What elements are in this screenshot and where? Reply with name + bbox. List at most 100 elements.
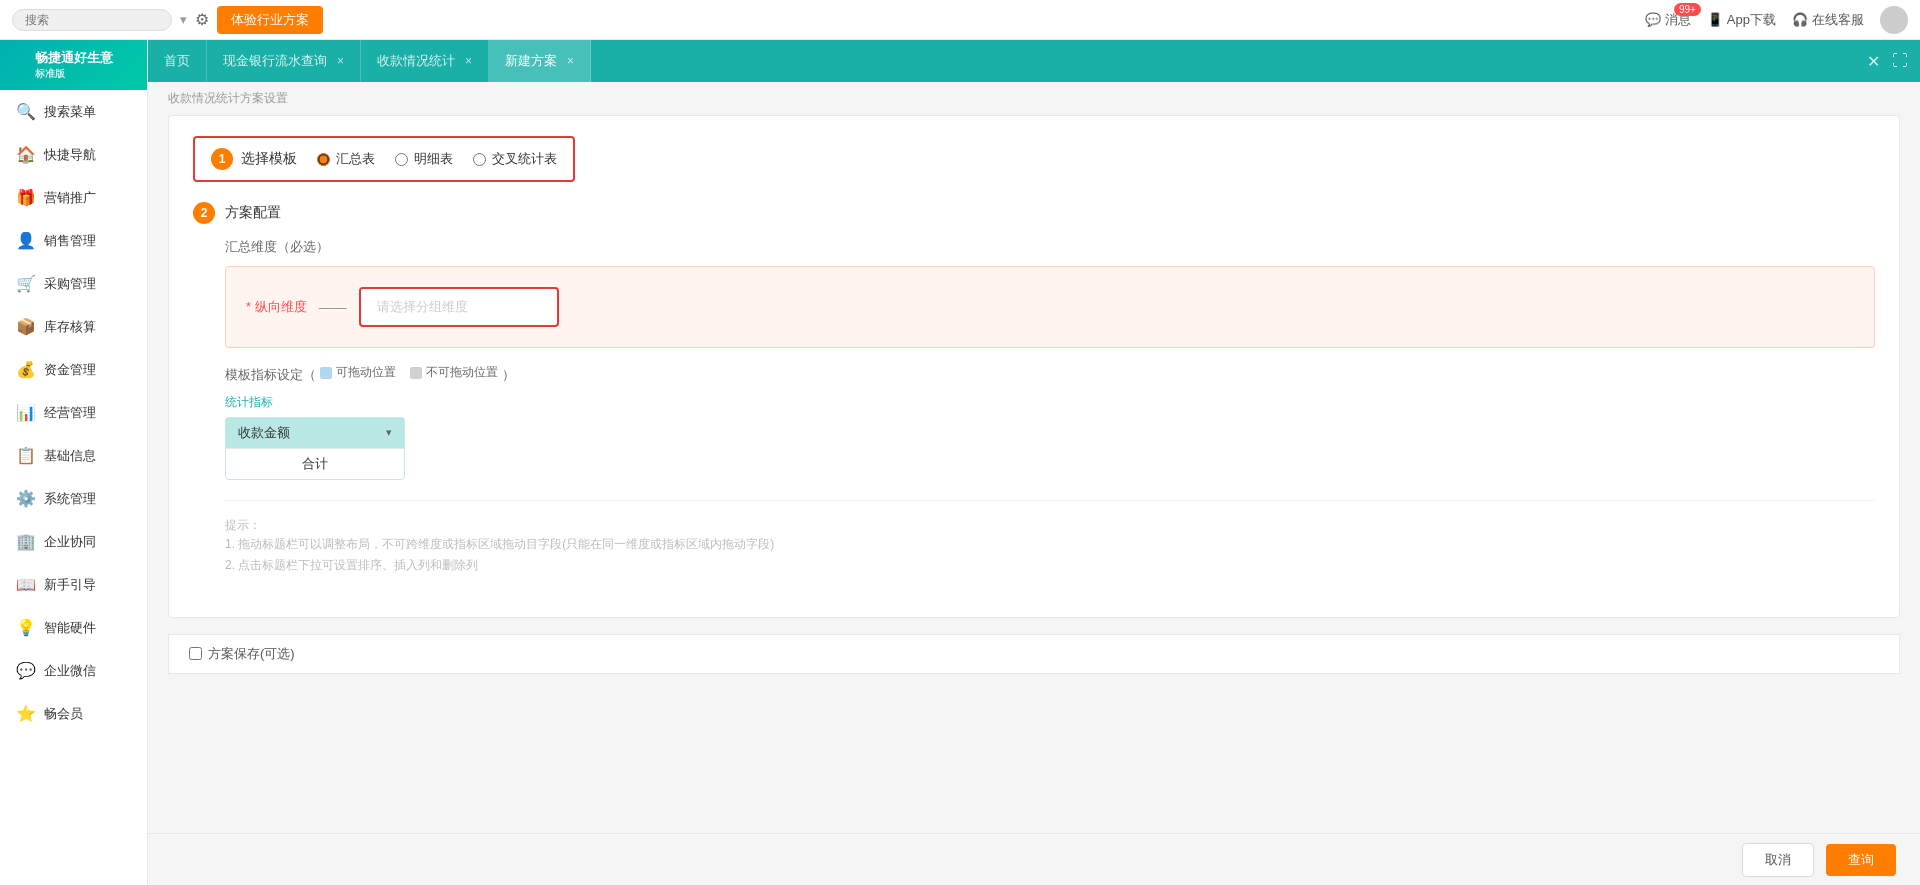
notification-badge: 99+ (1674, 3, 1701, 16)
draggable-label: 可拖动位置 (336, 364, 396, 381)
operation-icon: 📊 (16, 403, 36, 422)
tab-new-plan[interactable]: 新建方案 × (489, 40, 591, 82)
sidebar-item-operation[interactable]: 📊 经营管理 (0, 391, 147, 434)
sidebar-item-label: 企业微信 (44, 662, 96, 680)
member-icon: ⭐ (16, 704, 36, 723)
tab-home-label: 首页 (164, 52, 190, 70)
tips-section: 提示： 1. 拖动标题栏可以调整布局，不可跨维度或指标区域拖动目字段(只能在同一… (225, 500, 1875, 577)
tab-receipt-stats[interactable]: 收款情况统计 × (361, 40, 489, 82)
sidebar-item-guide[interactable]: 📖 新手引导 (0, 563, 147, 606)
sidebar-item-label: 销售管理 (44, 232, 96, 250)
logo-sub: 标准版 (35, 67, 113, 81)
main-layout: 畅捷通好生意 标准版 🔍 搜索菜单 🏠 快捷导航 🎁 营销推广 👤 销售管理 🛒… (0, 40, 1920, 885)
tab-cash-flow-close-icon[interactable]: × (337, 54, 344, 68)
step2-number: 2 (193, 202, 215, 224)
search-menu-icon: 🔍 (16, 102, 36, 121)
top-bar: ▾ ⚙ 体验行业方案 💬 消息 99+ 📱 App下载 🎧 在线客服 (0, 0, 1920, 40)
basic-icon: 📋 (16, 446, 36, 465)
message-icon: 💬 (1645, 12, 1661, 27)
download-icon: 📱 (1707, 12, 1723, 27)
notification-button[interactable]: 💬 消息 99+ (1645, 11, 1691, 29)
template-option-cross[interactable]: 交叉统计表 (473, 150, 557, 168)
template-radio-group: 汇总表 明细表 交叉统计表 (317, 150, 557, 168)
dropdown-arrow-icon[interactable]: ▾ (180, 12, 187, 27)
avatar[interactable] (1880, 6, 1908, 34)
tab-close-all-icon[interactable]: ✕ (1867, 52, 1880, 71)
template-option-summary[interactable]: 汇总表 (317, 150, 375, 168)
sidebar-item-basic[interactable]: 📋 基础信息 (0, 434, 147, 477)
sidebar-item-search-menu[interactable]: 🔍 搜索菜单 (0, 90, 147, 133)
sidebar-item-member[interactable]: ⭐ 畅会员 (0, 692, 147, 735)
sidebar-item-quick-nav[interactable]: 🏠 快捷导航 (0, 133, 147, 176)
sidebar-item-marketing[interactable]: 🎁 营销推广 (0, 176, 147, 219)
indicator-table-header[interactable]: 收款金额 ▾ (226, 418, 404, 448)
wechat-icon: 💬 (16, 661, 36, 680)
sidebar-item-label: 库存核算 (44, 318, 96, 336)
sidebar-item-label: 畅会员 (44, 705, 83, 723)
tips-label: 提示： (225, 518, 261, 532)
query-button[interactable]: 查询 (1826, 844, 1896, 876)
step2-title: 方案配置 (225, 204, 281, 222)
sidebar-item-label: 快捷导航 (44, 146, 96, 164)
template-radio-detail[interactable] (395, 153, 408, 166)
sidebar-item-enterprise[interactable]: 🏢 企业协同 (0, 520, 147, 563)
download-label: App下载 (1727, 11, 1776, 29)
sidebar-item-inventory[interactable]: 📦 库存核算 (0, 305, 147, 348)
sidebar-item-smart[interactable]: 💡 智能硬件 (0, 606, 147, 649)
sidebar-item-label: 企业协同 (44, 533, 96, 551)
vertical-dimension-label: * 纵向维度 (246, 298, 307, 316)
cancel-button[interactable]: 取消 (1742, 843, 1814, 877)
sidebar-item-wechat[interactable]: 💬 企业微信 (0, 649, 147, 692)
content-area: 首页 现金银行流水查询 × 收款情况统计 × 新建方案 × ✕ ⛶ (148, 40, 1920, 885)
tab-receipt-stats-close-icon[interactable]: × (465, 54, 472, 68)
service-button[interactable]: 🎧 在线客服 (1792, 11, 1864, 29)
sidebar-item-sales[interactable]: 👤 销售管理 (0, 219, 147, 262)
sidebar-item-finance[interactable]: 💰 资金管理 (0, 348, 147, 391)
step1-title: 选择模板 (241, 150, 297, 168)
save-checkbox-label: 方案保存(可选) (208, 645, 295, 663)
sidebar-item-label: 智能硬件 (44, 619, 96, 637)
template-detail-label: 明细表 (414, 150, 453, 168)
sidebar-item-label: 基础信息 (44, 447, 96, 465)
save-checkbox[interactable] (189, 647, 202, 660)
template-radio-summary[interactable] (317, 153, 330, 166)
breadcrumb: 收款情况统计方案设置 (148, 82, 1920, 115)
tips-item-2: 2. 点击标题栏下拉可设置排序、插入列和删除列 (225, 555, 1875, 577)
tab-cash-flow[interactable]: 现金银行流水查询 × (207, 40, 361, 82)
template-summary-label: 汇总表 (336, 150, 375, 168)
sidebar-item-label: 经营管理 (44, 404, 96, 422)
tab-new-plan-close-icon[interactable]: × (567, 54, 574, 68)
guide-icon: 📖 (16, 575, 36, 594)
download-button[interactable]: 📱 App下载 (1707, 11, 1776, 29)
tab-bar: 首页 现金银行流水查询 × 收款情况统计 × 新建方案 × ✕ ⛶ (148, 40, 1920, 82)
draggable-dot (320, 367, 332, 379)
step1-header: 1 选择模板 汇总表 (193, 136, 1875, 182)
purchase-icon: 🛒 (16, 274, 36, 293)
service-label: 在线客服 (1812, 11, 1864, 29)
tab-expand-icon[interactable]: ⛶ (1892, 52, 1908, 70)
sidebar-item-purchase[interactable]: 🛒 采购管理 (0, 262, 147, 305)
indicator-settings-label: 模板指标设定（ 可拖动位置 不可拖动位置 ） (225, 364, 515, 384)
tab-bar-actions: ✕ ⛶ (1855, 40, 1920, 82)
sidebar-item-label: 资金管理 (44, 361, 96, 379)
tab-new-plan-label: 新建方案 (505, 52, 557, 70)
top-bar-right: 💬 消息 99+ 📱 App下载 🎧 在线客服 (1645, 6, 1908, 34)
tab-cash-flow-label: 现金银行流水查询 (223, 52, 327, 70)
enterprise-icon: 🏢 (16, 532, 36, 551)
search-input[interactable] (12, 9, 172, 31)
tab-home[interactable]: 首页 (148, 40, 207, 82)
column-chevron-icon[interactable]: ▾ (386, 426, 392, 439)
page-content: 收款情况统计方案设置 1 选择模板 (148, 82, 1920, 833)
template-radio-cross[interactable] (473, 153, 486, 166)
template-option-detail[interactable]: 明细表 (395, 150, 453, 168)
step1-section: 1 选择模板 汇总表 (193, 136, 1875, 182)
dimension-selector[interactable]: 请选择分组维度 (359, 287, 559, 327)
sidebar-item-system[interactable]: ⚙️ 系统管理 (0, 477, 147, 520)
sidebar-item-label: 搜索菜单 (44, 103, 96, 121)
sidebar-logo: 畅捷通好生意 标准版 (0, 40, 147, 90)
page-wrapper: 收款情况统计方案设置 1 选择模板 (148, 82, 1920, 885)
settings-icon[interactable]: ⚙ (195, 10, 209, 29)
smart-icon: 💡 (16, 618, 36, 637)
trial-button[interactable]: 体验行业方案 (217, 6, 323, 34)
sidebar-item-label: 采购管理 (44, 275, 96, 293)
